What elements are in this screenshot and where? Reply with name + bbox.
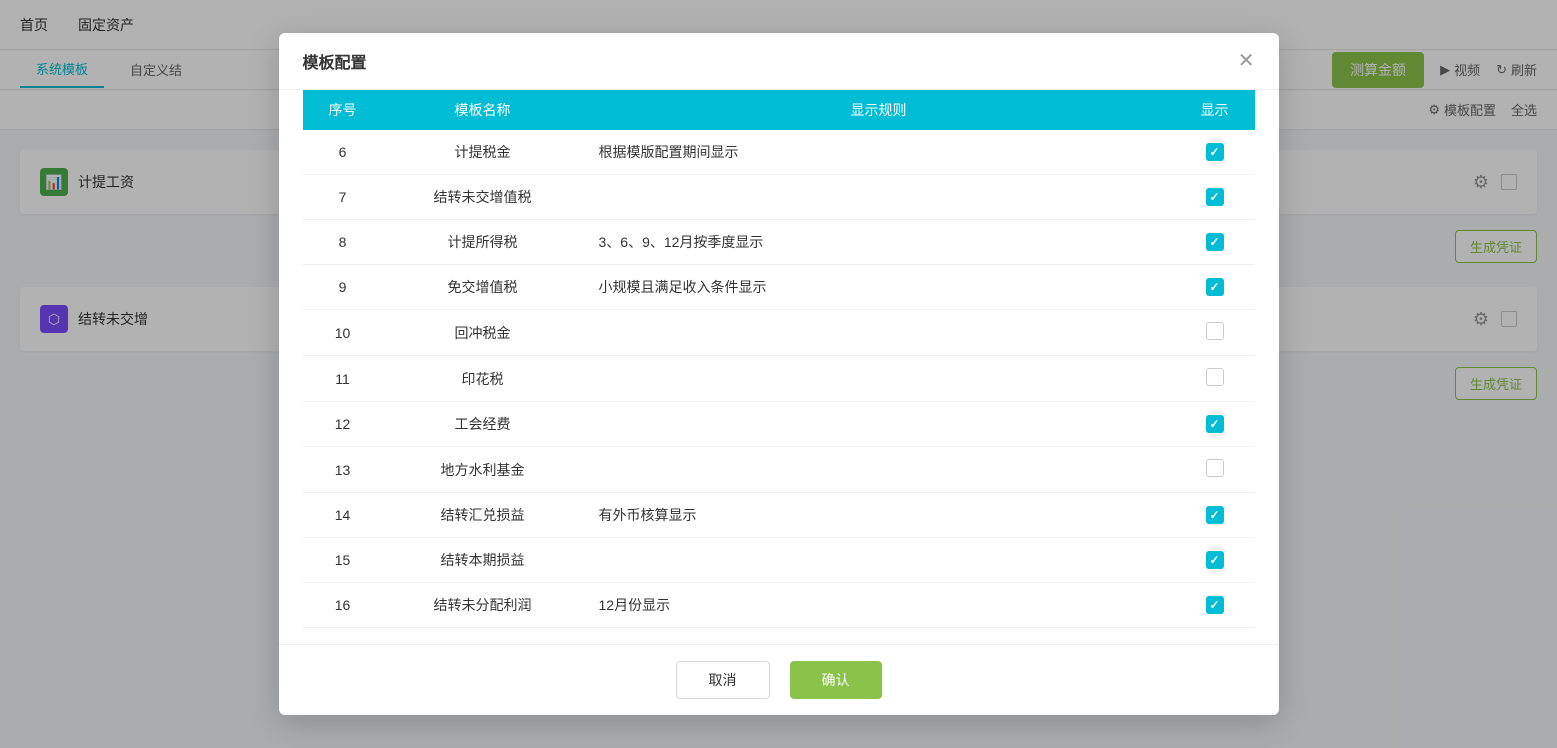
cell-name: 免交增值税 (383, 265, 583, 310)
cell-name: 结转未分配利润 (383, 583, 583, 628)
modal-title: 模板配置 (303, 49, 367, 73)
cell-rule: 根据模版配置期间显示 (583, 130, 1175, 175)
table-row: 16结转未分配利润12月份显示 (303, 583, 1255, 628)
cell-display (1175, 310, 1255, 356)
cell-index: 10 (303, 310, 383, 356)
confirm-button[interactable]: 确认 (790, 661, 882, 699)
cell-rule: 3、6、9、12月按季度显示 (583, 220, 1175, 265)
cell-name: 计提税金 (383, 130, 583, 175)
table-row: 10回冲税金 (303, 310, 1255, 356)
col-rule: 显示规则 (583, 90, 1175, 130)
cell-name: 回冲税金 (383, 310, 583, 356)
cell-rule: 有外币核算显示 (583, 493, 1175, 538)
cell-rule (583, 175, 1175, 220)
table-header-row: 序号 模板名称 显示规则 显示 (303, 90, 1255, 130)
cell-rule (583, 356, 1175, 402)
cell-display (1175, 493, 1255, 538)
cell-index: 12 (303, 402, 383, 447)
cell-index: 6 (303, 130, 383, 175)
cell-name: 结转本期损益 (383, 538, 583, 583)
col-index: 序号 (303, 90, 383, 130)
cell-name: 结转未交增值税 (383, 175, 583, 220)
modal-footer: 取消 确认 (279, 644, 1279, 715)
cell-index: 8 (303, 220, 383, 265)
checkbox-row-11[interactable] (1206, 368, 1224, 386)
cell-display (1175, 583, 1255, 628)
cell-display (1175, 402, 1255, 447)
cell-rule (583, 310, 1175, 356)
cell-index: 15 (303, 538, 383, 583)
modal-body: 序号 模板名称 显示规则 显示 6计提税金根据模版配置期间显示7结转未交增值税8… (279, 90, 1279, 644)
checkbox-row-10[interactable] (1206, 322, 1224, 340)
cell-index: 14 (303, 493, 383, 538)
checkbox-row-15[interactable] (1206, 551, 1224, 569)
modal-header: 模板配置 ✕ (279, 33, 1279, 90)
checkbox-row-13[interactable] (1206, 459, 1224, 477)
table-row: 12工会经费 (303, 402, 1255, 447)
checkbox-row-7[interactable] (1206, 188, 1224, 206)
table-row: 6计提税金根据模版配置期间显示 (303, 130, 1255, 175)
cell-name: 结转汇兑损益 (383, 493, 583, 538)
cell-index: 16 (303, 583, 383, 628)
checkbox-row-6[interactable] (1206, 143, 1224, 161)
cell-display (1175, 175, 1255, 220)
cell-name: 计提所得税 (383, 220, 583, 265)
table-row: 15结转本期损益 (303, 538, 1255, 583)
cell-display (1175, 447, 1255, 493)
modal-overlay: 模板配置 ✕ 序号 模板名称 显示规则 显示 6计提税金根据模版配置期间显 (0, 0, 1557, 748)
checkbox-row-9[interactable] (1206, 278, 1224, 296)
cell-index: 9 (303, 265, 383, 310)
checkbox-row-14[interactable] (1206, 506, 1224, 524)
cell-display (1175, 356, 1255, 402)
table-scroll-container[interactable]: 序号 模板名称 显示规则 显示 6计提税金根据模版配置期间显示7结转未交增值税8… (303, 90, 1255, 628)
cell-display (1175, 130, 1255, 175)
checkbox-row-8[interactable] (1206, 233, 1224, 251)
table-row: 14结转汇兑损益有外币核算显示 (303, 493, 1255, 538)
cell-name: 地方水利基金 (383, 447, 583, 493)
template-config-modal: 模板配置 ✕ 序号 模板名称 显示规则 显示 6计提税金根据模版配置期间显 (279, 33, 1279, 715)
cell-rule (583, 538, 1175, 583)
cell-index: 11 (303, 356, 383, 402)
table-row: 7结转未交增值税 (303, 175, 1255, 220)
cell-index: 7 (303, 175, 383, 220)
table-row: 8计提所得税3、6、9、12月按季度显示 (303, 220, 1255, 265)
cell-name: 印花税 (383, 356, 583, 402)
col-name: 模板名称 (383, 90, 583, 130)
table-row: 11印花税 (303, 356, 1255, 402)
cell-rule: 12月份显示 (583, 583, 1175, 628)
cell-display (1175, 538, 1255, 583)
modal-close-button[interactable]: ✕ (1238, 51, 1255, 71)
table-row: 9免交增值税小规模且满足收入条件显示 (303, 265, 1255, 310)
cell-name: 工会经费 (383, 402, 583, 447)
checkbox-row-12[interactable] (1206, 415, 1224, 433)
col-display: 显示 (1175, 90, 1255, 130)
cancel-button[interactable]: 取消 (676, 661, 770, 699)
config-table: 序号 模板名称 显示规则 显示 6计提税金根据模版配置期间显示7结转未交增值税8… (303, 90, 1255, 628)
cell-index: 13 (303, 447, 383, 493)
table-row: 13地方水利基金 (303, 447, 1255, 493)
cell-rule (583, 447, 1175, 493)
cell-display (1175, 220, 1255, 265)
cell-rule: 小规模且满足收入条件显示 (583, 265, 1175, 310)
checkbox-row-16[interactable] (1206, 596, 1224, 614)
cell-display (1175, 265, 1255, 310)
cell-rule (583, 402, 1175, 447)
